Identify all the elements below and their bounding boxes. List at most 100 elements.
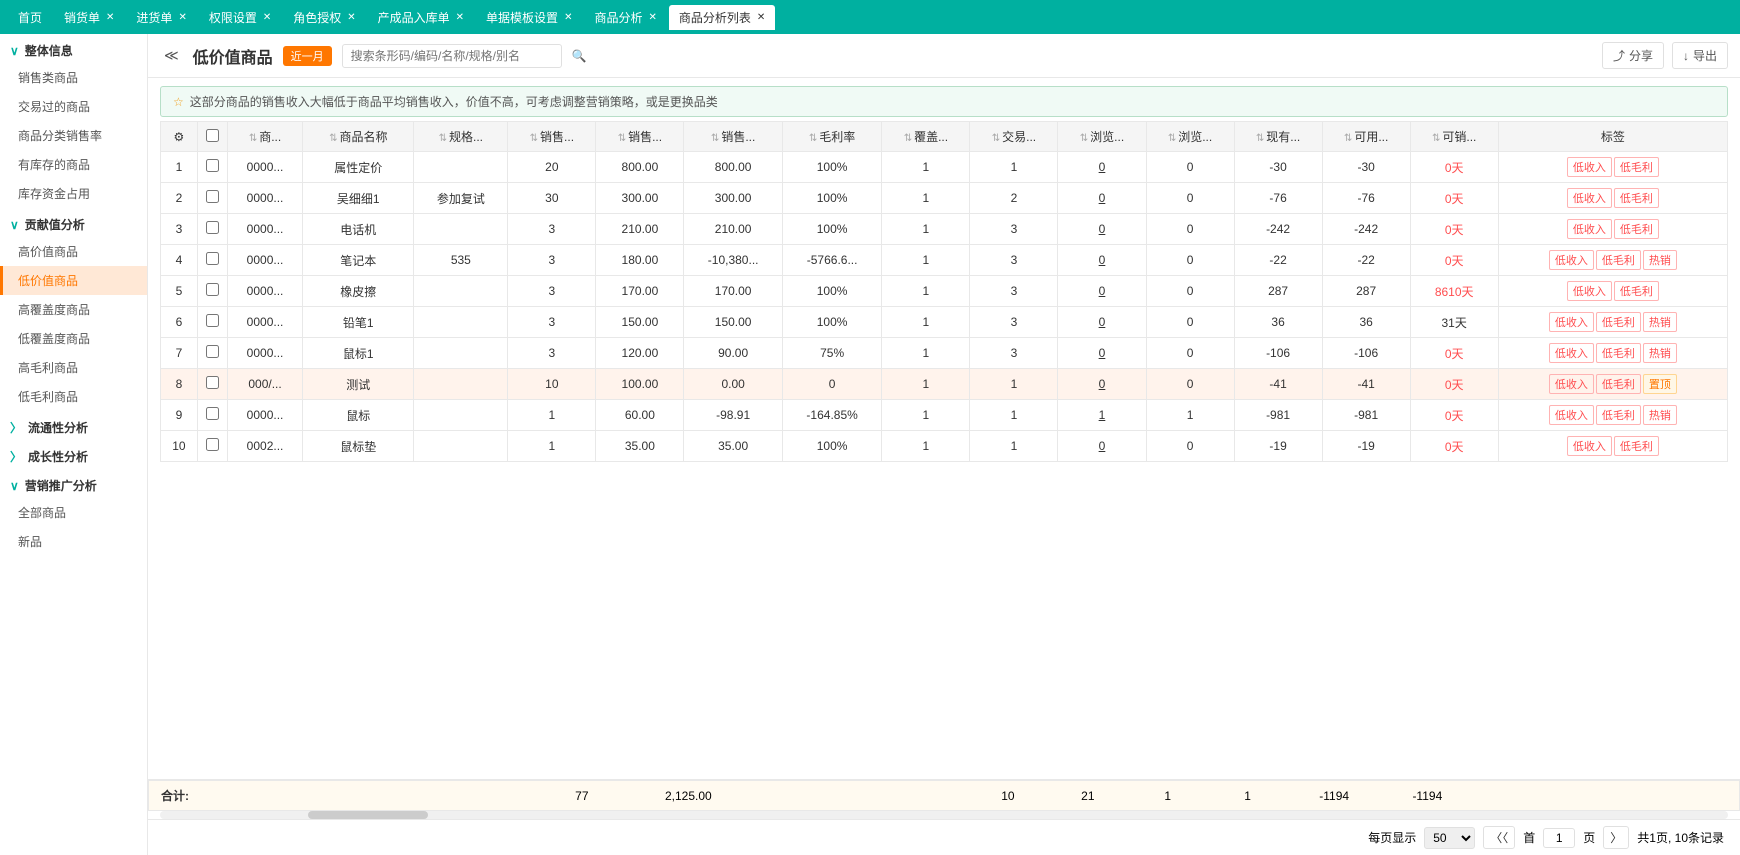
row-checkbox-cell[interactable]	[197, 307, 227, 338]
nav-template[interactable]: 单据模板设置 ✕	[476, 5, 582, 30]
group-toggle-overview[interactable]: ∨	[10, 44, 19, 58]
row-checkbox[interactable]	[206, 376, 219, 389]
th-code[interactable]: 商...	[227, 122, 302, 152]
close-permission[interactable]: ✕	[263, 12, 271, 23]
group-toggle-growth[interactable]: 〉	[10, 448, 22, 465]
period-badge[interactable]: 近一月	[283, 46, 332, 66]
nav-permission[interactable]: 权限设置 ✕	[199, 5, 281, 30]
row-checkbox-cell[interactable]	[197, 338, 227, 369]
views-link[interactable]: 0	[1099, 315, 1106, 329]
next-page-btn[interactable]: 〉	[1603, 826, 1629, 849]
sidebar-item-category-rate[interactable]: 商品分类销售率	[0, 121, 147, 150]
th-cost[interactable]: 销售...	[684, 122, 782, 152]
sidebar-group-circulation[interactable]: 〉 流通性分析	[0, 411, 147, 440]
group-toggle-circulation[interactable]: 〉	[10, 419, 22, 436]
row-views1[interactable]: 0	[1058, 276, 1146, 307]
th-settings[interactable]: ⚙	[161, 122, 198, 152]
close-product-list[interactable]: ✕	[757, 12, 765, 23]
search-input[interactable]	[342, 44, 562, 68]
row-checkbox-cell[interactable]	[197, 369, 227, 400]
th-qty[interactable]: 销售...	[508, 122, 596, 152]
th-trade[interactable]: 交易...	[970, 122, 1058, 152]
row-checkbox-cell[interactable]	[197, 183, 227, 214]
sidebar-group-marketing[interactable]: ∨ 营销推广分析	[0, 469, 147, 498]
row-checkbox[interactable]	[206, 314, 219, 327]
group-toggle-marketing[interactable]: ∨	[10, 479, 19, 493]
th-spec[interactable]: 规格...	[414, 122, 508, 152]
row-views1[interactable]: 0	[1058, 338, 1146, 369]
views-link[interactable]: 0	[1099, 160, 1106, 174]
row-views1[interactable]: 0	[1058, 431, 1146, 462]
sidebar-item-low-margin[interactable]: 低毛利商品	[0, 382, 147, 411]
row-checkbox-cell[interactable]	[197, 276, 227, 307]
group-toggle-contribution[interactable]: ∨	[10, 218, 19, 232]
sidebar-item-low-value[interactable]: 低价值商品	[0, 266, 147, 295]
sidebar-item-high-coverage[interactable]: 高覆盖度商品	[0, 295, 147, 324]
nav-sales[interactable]: 销货单 ✕	[54, 5, 124, 30]
sidebar-item-low-coverage[interactable]: 低覆盖度商品	[0, 324, 147, 353]
views-link[interactable]: 1	[1099, 408, 1106, 422]
nav-warehouse[interactable]: 产成品入库单 ✕	[368, 5, 474, 30]
views-link[interactable]: 0	[1099, 346, 1106, 360]
views-link[interactable]: 0	[1099, 284, 1106, 298]
views-link[interactable]: 0	[1099, 439, 1106, 453]
close-sales[interactable]: ✕	[106, 12, 114, 23]
views-link[interactable]: 0	[1099, 377, 1106, 391]
row-checkbox[interactable]	[206, 283, 219, 296]
share-button[interactable]: ⤴ 分享	[1602, 42, 1664, 69]
th-views1[interactable]: 浏览...	[1058, 122, 1146, 152]
sidebar-group-overview[interactable]: ∨ 整体信息	[0, 34, 147, 63]
row-checkbox-cell[interactable]	[197, 152, 227, 183]
row-views1[interactable]: 0	[1058, 152, 1146, 183]
th-checkbox[interactable]	[197, 122, 227, 152]
th-views2[interactable]: 浏览...	[1146, 122, 1234, 152]
sidebar-item-with-stock[interactable]: 有库存的商品	[0, 150, 147, 179]
sidebar-item-sales-category[interactable]: 销售类商品	[0, 63, 147, 92]
row-views1[interactable]: 0	[1058, 183, 1146, 214]
per-page-select[interactable]: 50 100 200	[1424, 827, 1475, 849]
row-checkbox[interactable]	[206, 252, 219, 265]
views-link[interactable]: 0	[1099, 253, 1106, 267]
row-views1[interactable]: 0	[1058, 245, 1146, 276]
row-checkbox[interactable]	[206, 345, 219, 358]
row-checkbox-cell[interactable]	[197, 400, 227, 431]
row-checkbox-cell[interactable]	[197, 431, 227, 462]
sidebar-item-traded[interactable]: 交易过的商品	[0, 92, 147, 121]
row-checkbox[interactable]	[206, 221, 219, 234]
row-checkbox[interactable]	[206, 159, 219, 172]
nav-product-list[interactable]: 商品分析列表 ✕	[669, 5, 775, 30]
views-link[interactable]: 0	[1099, 222, 1106, 236]
row-views1[interactable]: 0	[1058, 307, 1146, 338]
th-available[interactable]: 可用...	[1322, 122, 1410, 152]
th-coverage[interactable]: 覆盖...	[882, 122, 970, 152]
sidebar-group-contribution[interactable]: ∨ 贡献值分析	[0, 208, 147, 237]
close-purchase[interactable]: ✕	[178, 12, 186, 23]
row-views1[interactable]: 0	[1058, 214, 1146, 245]
row-checkbox[interactable]	[206, 438, 219, 451]
th-stock[interactable]: 现有...	[1234, 122, 1322, 152]
close-template[interactable]: ✕	[564, 12, 572, 23]
views-link[interactable]: 0	[1099, 191, 1106, 205]
th-name[interactable]: 商品名称	[303, 122, 414, 152]
page-input[interactable]	[1543, 828, 1575, 848]
select-all-checkbox[interactable]	[206, 129, 219, 142]
row-checkbox[interactable]	[206, 190, 219, 203]
row-views1[interactable]: 0	[1058, 369, 1146, 400]
row-checkbox[interactable]	[206, 407, 219, 420]
sidebar-item-new-products[interactable]: 新品	[0, 527, 147, 556]
close-product-analysis[interactable]: ✕	[648, 12, 656, 23]
search-icon[interactable]: 🔍	[572, 49, 587, 63]
th-price[interactable]: 销售...	[596, 122, 684, 152]
sidebar-item-all-products[interactable]: 全部商品	[0, 498, 147, 527]
row-checkbox-cell[interactable]	[197, 245, 227, 276]
collapse-sidebar-btn[interactable]: ≪	[160, 47, 183, 64]
close-role[interactable]: ✕	[347, 12, 355, 23]
sidebar-item-high-margin[interactable]: 高毛利商品	[0, 353, 147, 382]
row-checkbox-cell[interactable]	[197, 214, 227, 245]
nav-role[interactable]: 角色授权 ✕	[283, 5, 365, 30]
th-sellable[interactable]: 可销...	[1410, 122, 1498, 152]
row-views1[interactable]: 1	[1058, 400, 1146, 431]
th-margin[interactable]: 毛利率	[782, 122, 882, 152]
sidebar-item-stock-funds[interactable]: 库存资金占用	[0, 179, 147, 208]
nav-home[interactable]: 首页	[8, 5, 52, 30]
